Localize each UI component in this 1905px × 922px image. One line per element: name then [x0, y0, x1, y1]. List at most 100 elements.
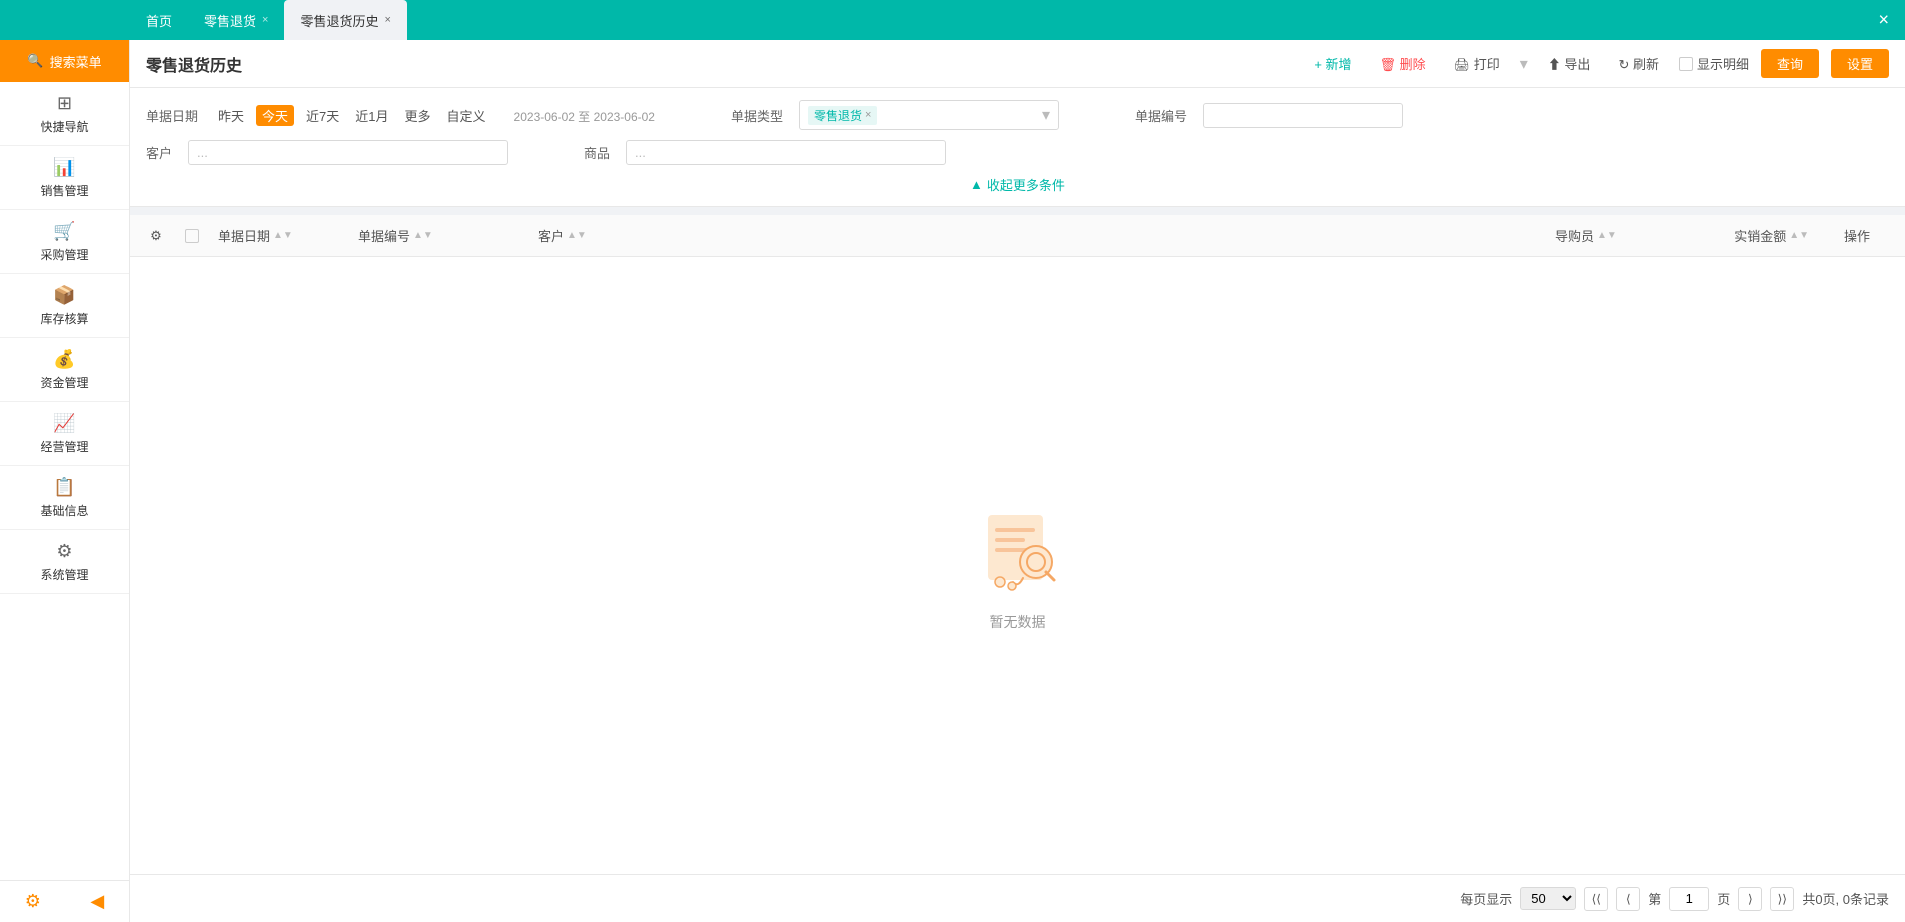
guide-sort-icon: ▲▼ — [1597, 232, 1617, 240]
collapse-filter-button[interactable]: ▲ 收起更多条件 — [970, 175, 1065, 194]
date-opt-7days[interactable]: 近7天 — [302, 105, 343, 126]
page-header: 零售退货历史 + 新增 🗑 删除 🖨 打印 ▾ ⬆ 导出 ↻ 刷新 显示明细 查… — [130, 40, 1905, 88]
type-tag-close[interactable]: × — [865, 109, 871, 121]
customer-filter-label: 客户 — [146, 143, 172, 162]
basic-info-icon: 📋 — [53, 477, 75, 498]
print-button[interactable]: 🖨 打印 — [1446, 50, 1508, 77]
type-tag: 零售退货 × — [808, 106, 877, 125]
close-tab-retail-return[interactable]: × — [262, 14, 268, 26]
print-dropdown-icon[interactable]: ▾ — [1520, 54, 1528, 74]
page-size-select[interactable]: 50 100 200 — [1520, 887, 1576, 910]
date-opt-more[interactable]: 更多 — [401, 105, 435, 126]
sidebar-search[interactable]: 🔍 搜索菜单 — [0, 40, 129, 82]
refresh-button[interactable]: ↻ 刷新 — [1610, 50, 1667, 77]
th-number[interactable]: 单据编号 ▲▼ — [350, 226, 530, 245]
empty-text: 暂无数据 — [990, 612, 1046, 632]
sidebar-item-inventory[interactable]: 📦 库存核算 — [0, 274, 129, 338]
sidebar-bottom: ⚙ ◀ — [0, 880, 129, 922]
goods-filter-select[interactable]: ... — [626, 140, 946, 165]
date-opt-custom[interactable]: 自定义 — [443, 105, 490, 126]
empty-state: 暂无数据 — [130, 257, 1905, 874]
page-input[interactable] — [1669, 887, 1709, 911]
page-size-label: 每页显示 — [1460, 889, 1512, 908]
page-label: 第 — [1648, 889, 1661, 908]
settings-button[interactable]: 设置 — [1831, 49, 1889, 78]
type-dropdown-arrow: ▾ — [1042, 105, 1050, 125]
date-opt-today[interactable]: 今天 — [256, 105, 294, 126]
close-all-tabs[interactable]: × — [1878, 10, 1889, 31]
type-filter-select[interactable]: 零售退货 × ▾ — [799, 100, 1059, 130]
tab-retail-return-history[interactable]: 零售退货历史 × — [284, 0, 406, 40]
type-filter-label: 单据类型 — [731, 106, 783, 125]
sidebar-item-system[interactable]: ⚙ 系统管理 — [0, 530, 129, 594]
top-nav: 首页 零售退货 × 零售退货历史 × × — [0, 0, 1905, 40]
system-icon: ⚙ — [56, 541, 72, 562]
header-actions: + 新增 🗑 删除 🖨 打印 ▾ ⬆ 导出 ↻ 刷新 显示明细 查询 设置 — [1306, 49, 1889, 78]
page-first-btn[interactable]: ⟨⟨ — [1584, 887, 1608, 911]
filter-row-customer: 客户 ... 商品 ... — [146, 140, 1889, 165]
pagination: 每页显示 50 100 200 ⟨⟨ ⟨ 第 页 ⟩ ⟩⟩ 共0页, 0条记录 — [130, 874, 1905, 922]
date-opt-yesterday[interactable]: 昨天 — [214, 105, 248, 126]
sidebar-item-operations[interactable]: 📈 经营管理 — [0, 402, 129, 466]
sales-icon: 📊 — [53, 157, 75, 178]
th-guide[interactable]: 导购员 ▲▼ — [1547, 226, 1697, 245]
number-filter-label: 单据编号 — [1135, 106, 1187, 125]
page-next-btn[interactable]: ⟩ — [1738, 887, 1762, 911]
page-last-btn[interactable]: ⟩⟩ — [1770, 887, 1794, 911]
th-date[interactable]: 单据日期 ▲▼ — [210, 226, 350, 245]
main-content: 零售退货历史 + 新增 🗑 删除 🖨 打印 ▾ ⬆ 导出 ↻ 刷新 显示明细 查… — [130, 40, 1905, 922]
date-range-display: 2023-06-02 至 2023-06-02 — [514, 108, 655, 125]
settings-bottom-icon[interactable]: ⚙ — [25, 891, 41, 912]
date-options: 昨天 今天 近7天 近1月 更多 自定义 — [214, 105, 490, 126]
sidebar-item-sales[interactable]: 📊 销售管理 — [0, 146, 129, 210]
goods-filter-label: 商品 — [584, 143, 610, 162]
select-all-checkbox[interactable] — [185, 229, 199, 243]
date-filter-label: 单据日期 — [146, 106, 198, 125]
query-button[interactable]: 查询 — [1761, 49, 1819, 78]
finance-icon: 💰 — [53, 349, 75, 370]
sidebar: 🔍 搜索菜单 ⊞ 快捷导航 📊 销售管理 🛒 采购管理 📦 库存核算 💰 资金管… — [0, 40, 130, 922]
sidebar-item-quicknav[interactable]: ⊞ 快捷导航 — [0, 82, 129, 146]
inventory-icon: 📦 — [53, 285, 75, 306]
table-header: ⚙ 单据日期 ▲▼ 单据编号 ▲▼ 客户 ▲▼ 导购员 ▲▼ 实销金额 — [130, 215, 1905, 257]
th-ops: 操作 — [1817, 226, 1897, 245]
filter-area: 单据日期 昨天 今天 近7天 近1月 更多 自定义 2023-06-02 至 2… — [130, 88, 1905, 207]
number-filter-input[interactable] — [1203, 103, 1403, 128]
sidebar-item-basic-info[interactable]: 📋 基础信息 — [0, 466, 129, 530]
export-button[interactable]: ⬆ 导出 — [1540, 50, 1599, 77]
th-settings[interactable]: ⚙ — [138, 228, 174, 244]
show-detail-toggle[interactable]: 显示明细 — [1679, 54, 1749, 73]
new-button[interactable]: + 新增 — [1306, 50, 1359, 77]
customer-ellipsis: ... — [197, 145, 208, 160]
delete-button[interactable]: 🗑 删除 — [1372, 50, 1434, 77]
date-sort-icon: ▲▼ — [273, 232, 293, 240]
page-title: 零售退货历史 — [146, 52, 242, 76]
sidebar-item-purchase[interactable]: 🛒 采购管理 — [0, 210, 129, 274]
collapse-sidebar-icon[interactable]: ◀ — [90, 891, 104, 912]
show-detail-checkbox[interactable] — [1679, 57, 1693, 71]
th-customer[interactable]: 客户 ▲▼ — [530, 226, 1547, 245]
page-prev-btn[interactable]: ⟨ — [1616, 887, 1640, 911]
settings-column-icon[interactable]: ⚙ — [150, 228, 162, 244]
search-icon: 🔍 — [27, 53, 43, 69]
th-check[interactable] — [174, 229, 210, 243]
customer-filter-select[interactable]: ... — [188, 140, 508, 165]
customer-sort-icon: ▲▼ — [567, 232, 587, 240]
sidebar-item-finance[interactable]: 💰 资金管理 — [0, 338, 129, 402]
filter-row-date: 单据日期 昨天 今天 近7天 近1月 更多 自定义 2023-06-02 至 2… — [146, 100, 1889, 130]
tab-retail-return[interactable]: 零售退货 × — [188, 0, 284, 40]
goods-ellipsis: ... — [635, 145, 646, 160]
number-sort-icon: ▲▼ — [413, 232, 433, 240]
tab-home[interactable]: 首页 — [130, 0, 188, 40]
table-area: ⚙ 单据日期 ▲▼ 单据编号 ▲▼ 客户 ▲▼ 导购员 ▲▼ 实销金额 — [130, 215, 1905, 922]
th-amount[interactable]: 实销金额 ▲▼ — [1697, 226, 1817, 245]
date-opt-1month[interactable]: 近1月 — [351, 105, 392, 126]
operations-icon: 📈 — [53, 413, 75, 434]
page-total-label: 共0页, 0条记录 — [1802, 889, 1889, 908]
amount-sort-icon: ▲▼ — [1789, 232, 1809, 240]
collapse-icon: ▲ — [970, 177, 983, 192]
empty-icon — [968, 500, 1068, 600]
quicknav-icon: ⊞ — [57, 93, 72, 114]
close-tab-retail-return-history[interactable]: × — [384, 14, 390, 26]
page-unit-label: 页 — [1717, 889, 1730, 908]
